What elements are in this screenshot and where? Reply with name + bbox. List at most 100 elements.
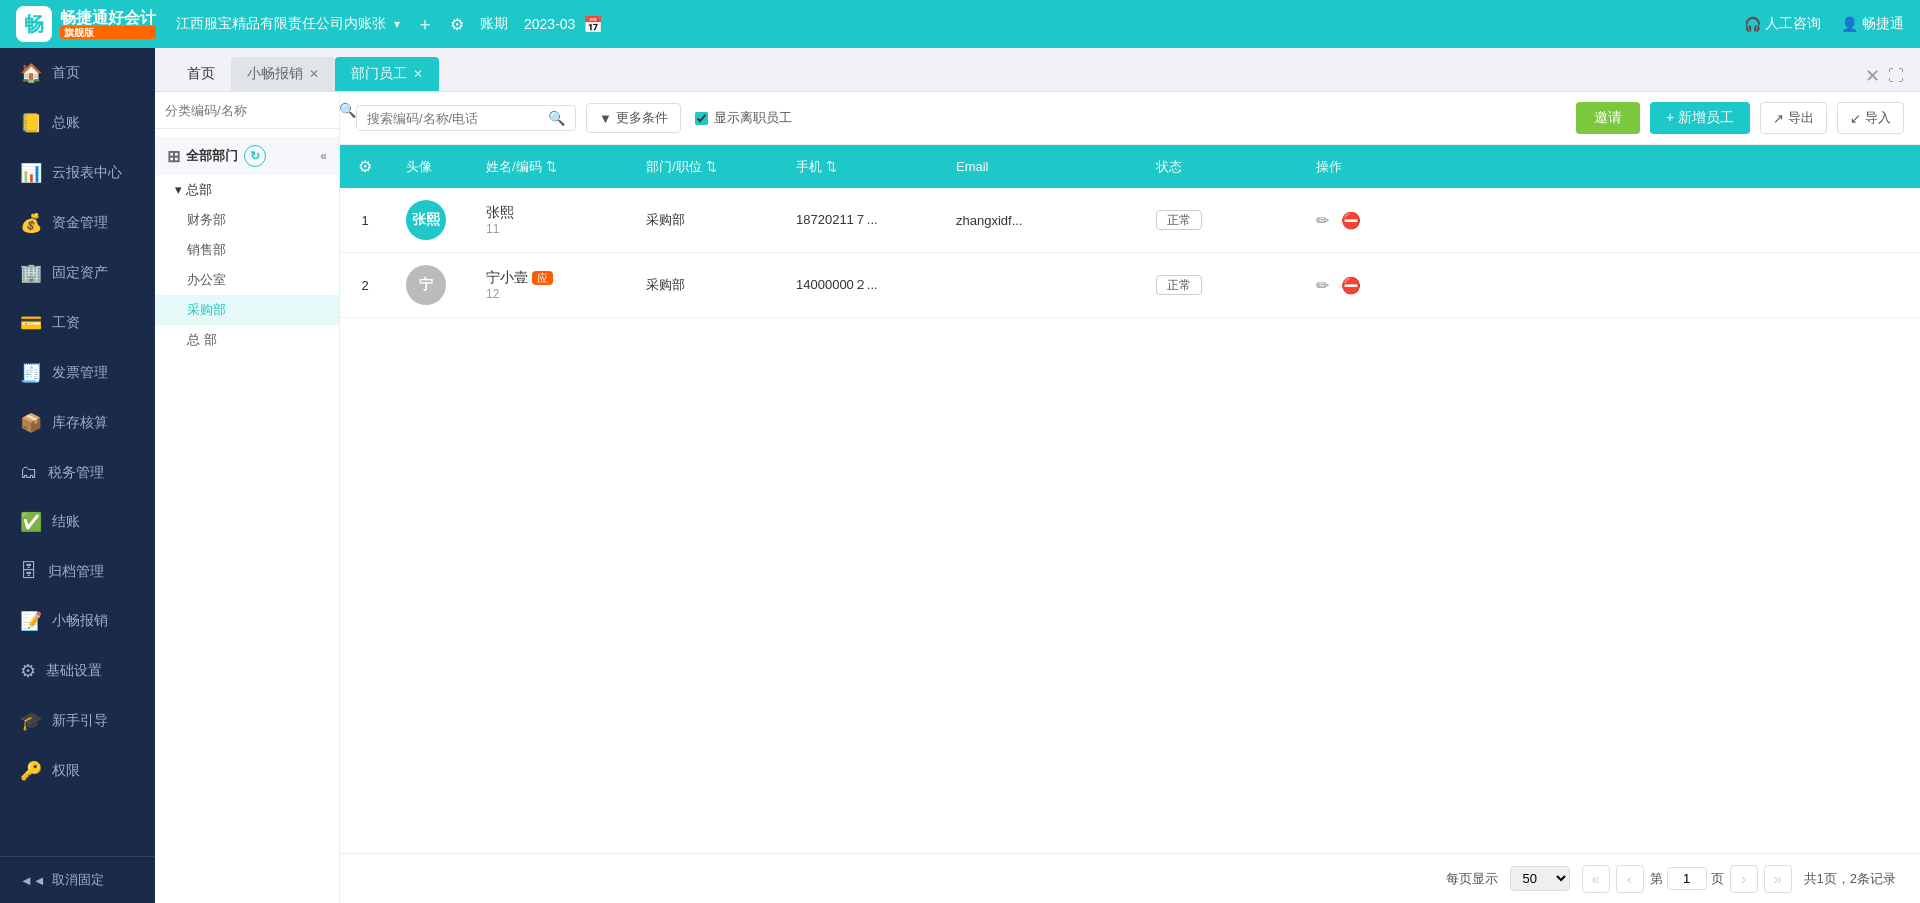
employee-table: ⚙ 头像 姓名/编码 ⇅ 部门/职位 ⇅ 手机 ⇅: [340, 145, 1920, 318]
dept-item-finance[interactable]: 财务部: [155, 205, 339, 235]
status-tag: 应: [532, 271, 553, 285]
cancel-pin-button[interactable]: ◄◄ 取消固定: [0, 856, 155, 903]
export-button[interactable]: ↗ 导出: [1760, 102, 1827, 134]
sidebar-item-archive[interactable]: 🗄 归档管理: [0, 547, 155, 596]
company-name: 江西服宝精品有限责任公司内账张: [176, 15, 386, 33]
settings-icon[interactable]: ⚙: [450, 15, 464, 34]
sidebar-item-inventory[interactable]: 📦 库存核算: [0, 398, 155, 448]
tab-dept-emp-close[interactable]: ✕: [413, 67, 423, 81]
grid-icon: ⊞: [167, 147, 180, 166]
main-layout: 🏠 首页 📒 总账 📊 云报表中心 💰 资金管理 🏢 固定资产 💳 工资 🧾 发…: [0, 48, 1920, 903]
emp-panel: 🔍 ▼ 更多条件 显示离职员工 邀请 + 新增员工 ↗: [340, 92, 1920, 903]
home-icon: 🏠: [20, 62, 42, 84]
th-dept[interactable]: 部门/职位 ⇅: [630, 145, 780, 188]
import-button[interactable]: ↙ 导入: [1837, 102, 1904, 134]
user-menu[interactable]: 👤 畅捷通: [1841, 15, 1904, 33]
emp-search-icon[interactable]: 🔍: [548, 110, 565, 126]
service-label: 人工咨询: [1765, 15, 1821, 33]
dept-item-office[interactable]: 办公室: [155, 265, 339, 295]
tab-bar: 首页 小畅报销 ✕ 部门员工 ✕ ✕ ⛶: [155, 48, 1920, 92]
th-name[interactable]: 姓名/编码 ⇅: [470, 145, 630, 188]
row-status: 正常: [1140, 188, 1300, 253]
first-page-button[interactable]: «: [1582, 865, 1610, 893]
content-area: 首页 小畅报销 ✕ 部门员工 ✕ ✕ ⛶ 🔍: [155, 48, 1920, 903]
sidebar-item-salary[interactable]: 💳 工资: [0, 298, 155, 348]
dept-item-sales[interactable]: 销售部: [155, 235, 339, 265]
emp-search-input[interactable]: [367, 111, 542, 126]
per-page-label: 每页显示: [1446, 870, 1498, 888]
cancel-pin-label: 取消固定: [52, 871, 104, 889]
period-label: 账期: [480, 15, 508, 33]
tab-expand-icon[interactable]: ⛶: [1888, 67, 1904, 85]
tab-dept-emp-label: 部门员工: [351, 65, 407, 83]
sidebar-item-reports[interactable]: 📊 云报表中心: [0, 148, 155, 198]
logo-sub: 旗舰版: [60, 26, 156, 39]
more-icon[interactable]: ⛔: [1341, 211, 1361, 230]
next-page-button[interactable]: ›: [1730, 865, 1758, 893]
edit-icon[interactable]: ✏: [1316, 211, 1329, 230]
tab-restore-icon[interactable]: ✕: [1865, 65, 1880, 87]
export-label: 导出: [1788, 109, 1814, 127]
sidebar-item-assets[interactable]: 🏢 固定资产: [0, 248, 155, 298]
sidebar-item-close[interactable]: ✅ 结账: [0, 497, 155, 547]
tab-dept-emp[interactable]: 部门员工 ✕: [335, 57, 439, 91]
dept-item-purchase[interactable]: 采购部: [155, 295, 339, 325]
th-status: 状态: [1140, 145, 1300, 188]
dept-section-hq[interactable]: ▾ 总部: [155, 175, 339, 205]
prev-page-button[interactable]: ‹: [1616, 865, 1644, 893]
sidebar-label-ledger: 总账: [52, 114, 80, 132]
tab-expense-label: 小畅报销: [247, 65, 303, 83]
add-employee-button[interactable]: + 新增员工: [1650, 102, 1750, 134]
dept-item-hq[interactable]: 总 部: [155, 325, 339, 355]
row-phone: 18720211７...: [780, 188, 940, 253]
sidebar-item-ledger[interactable]: 📒 总账: [0, 98, 155, 148]
toolbar-right: 邀请 + 新增员工 ↗ 导出 ↙ 导入: [1576, 102, 1904, 134]
page-nav: « ‹ 第 页 › »: [1582, 865, 1792, 893]
dept-search-input[interactable]: [165, 103, 333, 118]
th-phone[interactable]: 手机 ⇅: [780, 145, 940, 188]
more-icon[interactable]: ⛔: [1341, 276, 1361, 295]
topbar-right: 🎧 人工咨询 👤 畅捷通: [1744, 15, 1904, 33]
logo-icon: 畅: [16, 6, 52, 42]
refresh-icon[interactable]: ↻: [244, 145, 266, 167]
invite-button[interactable]: 邀请: [1576, 102, 1640, 134]
th-action: 操作: [1300, 145, 1920, 188]
sidebar-item-expense[interactable]: 📝 小畅报销: [0, 596, 155, 646]
import-icon: ↙: [1850, 111, 1861, 126]
calendar-icon[interactable]: 📅: [583, 15, 603, 34]
filter-button[interactable]: ▼ 更多条件: [586, 103, 681, 133]
page-size-select: 50 100: [1510, 866, 1570, 891]
sidebar-item-funds[interactable]: 💰 资金管理: [0, 198, 155, 248]
collapse-icon[interactable]: «: [320, 149, 327, 163]
show-resigned-checkbox[interactable]: [695, 112, 708, 125]
tab-expense-close[interactable]: ✕: [309, 67, 319, 81]
sidebar-item-settings[interactable]: ⚙ 基础设置: [0, 646, 155, 696]
emp-search-box: 🔍: [356, 105, 576, 131]
sidebar-item-invoice[interactable]: 🧾 发票管理: [0, 348, 155, 398]
emp-code: 11: [486, 222, 614, 236]
tab-home[interactable]: 首页: [171, 57, 231, 91]
service-button[interactable]: 🎧 人工咨询: [1744, 15, 1821, 33]
page-number-input[interactable]: [1667, 867, 1707, 890]
emp-code: 12: [486, 287, 614, 301]
sidebar-item-tax[interactable]: 🗂 税务管理: [0, 448, 155, 497]
row-status: 正常: [1140, 253, 1300, 318]
dept-search: 🔍: [155, 92, 339, 129]
tax-icon: 🗂: [20, 462, 38, 483]
sidebar-item-guide[interactable]: 🎓 新手引导: [0, 696, 155, 746]
sidebar-label-assets: 固定资产: [52, 264, 108, 282]
last-page-button[interactable]: »: [1764, 865, 1792, 893]
sidebar-item-home[interactable]: 🏠 首页: [0, 48, 155, 98]
add-company-button[interactable]: ＋: [416, 12, 434, 36]
inner-content: 🔍 ⊞ 全部部门 ↻ « ▾ 总部 财务部 销售部 办公室 采购部 总 部: [155, 92, 1920, 903]
page-size-dropdown[interactable]: 50 100: [1510, 866, 1570, 891]
dept-all[interactable]: ⊞ 全部部门 ↻ «: [155, 137, 339, 175]
edit-icon[interactable]: ✏: [1316, 276, 1329, 295]
tab-expense[interactable]: 小畅报销 ✕: [231, 57, 335, 91]
avatar: 宁: [406, 265, 446, 305]
perm-icon: 🔑: [20, 760, 42, 782]
company-dropdown[interactable]: ▾: [394, 17, 400, 31]
sidebar-item-perm[interactable]: 🔑 权限: [0, 746, 155, 796]
page-suffix: 页: [1711, 870, 1724, 888]
table-settings-icon[interactable]: ⚙: [358, 158, 372, 175]
